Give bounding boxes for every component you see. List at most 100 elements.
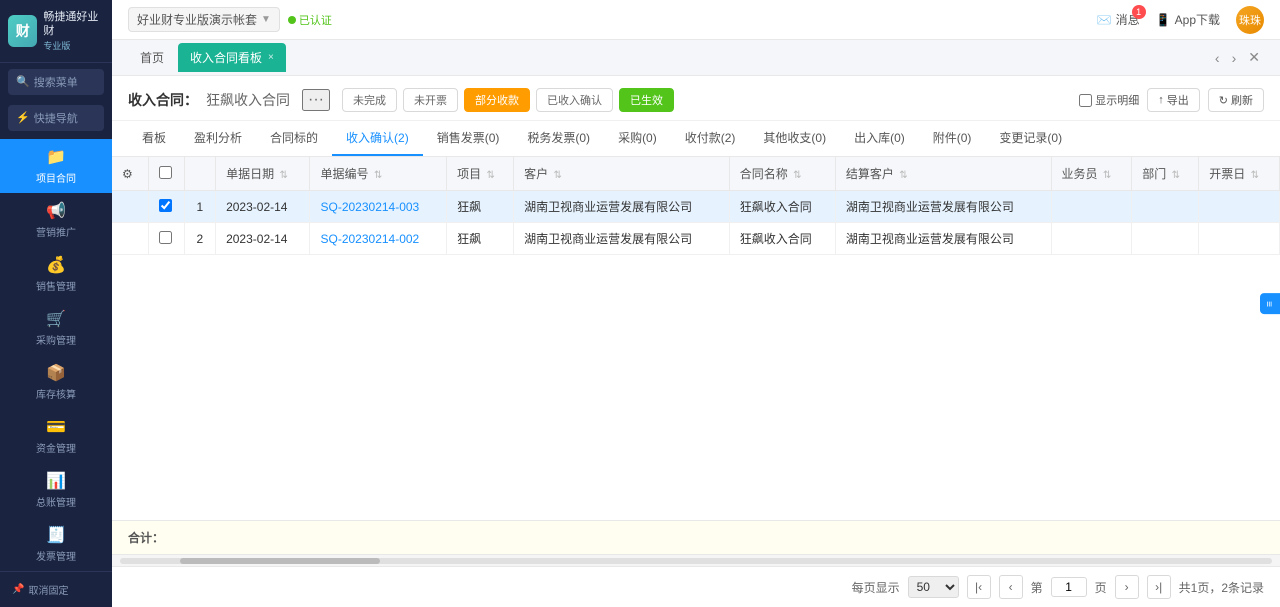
th-project[interactable]: 项目 ⇅: [447, 157, 514, 191]
tab-contract-subject[interactable]: 合同标的: [256, 121, 332, 156]
th-final-customer[interactable]: 结算客户 ⇅: [835, 157, 1051, 191]
tab-sales-invoice[interactable]: 销售发票(0): [423, 121, 514, 156]
status-partial-button[interactable]: 部分收款: [464, 88, 530, 112]
refresh-icon: ↻: [1219, 94, 1228, 107]
more-button[interactable]: ···: [302, 89, 330, 111]
table-row[interactable]: 1 2023-02-14 SQ-20230214-003 狂飙 湖南卫视商业运营…: [112, 191, 1280, 223]
row1-doc-no[interactable]: SQ-20230214-003: [310, 191, 447, 223]
sidebar-item-marketing[interactable]: 📢 营销推广: [0, 193, 112, 247]
quick-nav-button[interactable]: ⚡ 快捷导航: [8, 105, 104, 131]
tab-purchase[interactable]: 采购(0): [604, 121, 671, 156]
avatar: 珠珠: [1236, 6, 1264, 34]
sidebar-search-area: 🔍 搜索菜单: [0, 63, 112, 101]
status-actions: 未完成 未开票 部分收款 已收入确认 已生效: [342, 88, 674, 112]
status-incomplete-button[interactable]: 未完成: [342, 88, 397, 112]
inventory-icon: 📦: [46, 363, 66, 383]
show-detail-checkbox-label[interactable]: 显示明细: [1079, 92, 1139, 108]
search-menu-button[interactable]: 🔍 搜索菜单: [8, 69, 104, 95]
page-first-button[interactable]: |‹: [967, 575, 991, 599]
tab-attachments[interactable]: 附件(0): [919, 121, 986, 156]
th-date[interactable]: 单据日期 ⇅: [216, 157, 310, 191]
row1-project: 狂飙: [447, 191, 514, 223]
per-page-select[interactable]: 20 50 100: [908, 576, 959, 598]
row1-final-customer: 湖南卫视商业运营发展有限公司: [835, 191, 1051, 223]
sidebar-item-purchase[interactable]: 🛒 采购管理: [0, 301, 112, 355]
page-next-button[interactable]: ›: [1115, 575, 1139, 599]
th-department[interactable]: 部门 ⇅: [1132, 157, 1199, 191]
tab-nav-buttons: ‹ › ✕: [1211, 47, 1264, 68]
refresh-button[interactable]: ↻ 刷新: [1208, 88, 1264, 112]
status-confirmed-button[interactable]: 已收入确认: [536, 88, 613, 112]
th-check[interactable]: [148, 157, 184, 191]
company-select[interactable]: 好业财专业版演示帐套 ▼: [128, 7, 280, 32]
select-all-checkbox[interactable]: [159, 166, 172, 179]
finance-icon: 💳: [46, 417, 66, 437]
page-prev-button[interactable]: ‹: [999, 575, 1023, 599]
cancel-fixed-button[interactable]: 📌 取消固定: [8, 578, 104, 601]
status-effective-button[interactable]: 已生效: [619, 88, 674, 112]
chevron-down-icon: ▼: [261, 14, 271, 25]
th-settings[interactable]: ⚙: [112, 157, 148, 191]
tab-next-button[interactable]: ›: [1228, 47, 1241, 68]
row2-doc-no-link[interactable]: SQ-20230214-002: [320, 232, 419, 246]
user-avatar-action[interactable]: 珠珠: [1236, 6, 1264, 34]
tab-home[interactable]: 首页: [128, 43, 176, 72]
th-salesperson-label: 业务员: [1062, 167, 1098, 181]
message-action[interactable]: ✉️ 消息 1: [1097, 11, 1140, 28]
inner-tabs: 看板 盈利分析 合同标的 收入确认(2) 销售发票(0) 税务发票(0) 采购(…: [112, 121, 1280, 157]
tab-close-all-button[interactable]: ✕: [1244, 47, 1264, 68]
sidebar-item-project[interactable]: 📁 项目合同: [0, 139, 112, 193]
row1-check[interactable]: [148, 191, 184, 223]
main-area: 好业财专业版演示帐套 ▼ 已认证 ✉️ 消息 1 📱 App下载 珠珠: [112, 0, 1280, 607]
tab-close-button[interactable]: ×: [268, 52, 274, 63]
message-badge: 1: [1132, 5, 1146, 19]
status-uninvoiced-button[interactable]: 未开票: [403, 88, 458, 112]
footer-bar: 合计：: [112, 520, 1280, 554]
th-salesperson[interactable]: 业务员 ⇅: [1051, 157, 1132, 191]
row2-salesperson: [1051, 223, 1132, 255]
export-button[interactable]: ↑ 导出: [1147, 88, 1200, 112]
message-icon: ✉️: [1097, 13, 1112, 27]
sidebar-item-sales[interactable]: 💰 销售管理: [0, 247, 112, 301]
th-contract-name[interactable]: 合同名称 ⇅: [729, 157, 835, 191]
row2-check[interactable]: [148, 223, 184, 255]
sidebar-item-invoice[interactable]: 🧾 发票管理: [0, 517, 112, 571]
row2-num: 2: [184, 223, 216, 255]
right-edge-panel[interactable]: ≡: [1260, 293, 1280, 315]
row2-checkbox[interactable]: [159, 231, 172, 244]
table-row[interactable]: 2 2023-02-14 SQ-20230214-002 狂飙 湖南卫视商业运营…: [112, 223, 1280, 255]
tab-revenue-confirm[interactable]: 收入确认(2): [332, 121, 423, 156]
tab-kanban[interactable]: 看板: [128, 121, 180, 156]
content: 收入合同： 狂飙收入合同 ··· 未完成 未开票 部分收款 已收入确认 已生效 …: [112, 76, 1280, 607]
tab-tax-invoice[interactable]: 税务发票(0): [513, 121, 604, 156]
pin-icon: 📌: [12, 584, 24, 595]
tab-profit[interactable]: 盈利分析: [180, 121, 256, 156]
tab-other-income[interactable]: 其他收支(0): [749, 121, 840, 156]
row1-department: [1132, 191, 1199, 223]
row2-doc-no[interactable]: SQ-20230214-002: [310, 223, 447, 255]
contract-title-prefix: 收入合同：: [128, 90, 198, 110]
tabbar: 首页 收入合同看板 × ‹ › ✕: [112, 40, 1280, 76]
sidebar-item-inventory[interactable]: 📦 库存核算: [0, 355, 112, 409]
horizontal-scrollbar[interactable]: [112, 554, 1280, 566]
tab-prev-button[interactable]: ‹: [1211, 47, 1224, 68]
th-customer[interactable]: 客户 ⇅: [514, 157, 730, 191]
th-doc-no[interactable]: 单据编号 ⇅: [310, 157, 447, 191]
tab-warehouse[interactable]: 出入库(0): [840, 121, 919, 156]
scrollbar-thumb[interactable]: [180, 558, 380, 564]
th-customer-label: 客户: [524, 167, 548, 181]
row1-doc-no-link[interactable]: SQ-20230214-003: [320, 200, 419, 214]
page-last-button[interactable]: ›|: [1147, 575, 1171, 599]
logo-icon: 财: [8, 15, 37, 47]
sidebar-item-finance[interactable]: 💳 资金管理: [0, 409, 112, 463]
sidebar-item-marketing-label: 营销推广: [36, 224, 76, 239]
app-download-action[interactable]: 📱 App下载: [1156, 11, 1220, 28]
th-open-date[interactable]: 开票日 ⇅: [1199, 157, 1280, 191]
tab-change-log[interactable]: 变更记录(0): [985, 121, 1076, 156]
show-detail-checkbox[interactable]: [1079, 94, 1092, 107]
page-number-input[interactable]: 1: [1051, 577, 1087, 597]
tab-active[interactable]: 收入合同看板 ×: [178, 43, 286, 72]
row1-checkbox[interactable]: [159, 199, 172, 212]
sidebar-item-accounting[interactable]: 📊 总账管理: [0, 463, 112, 517]
tab-payment[interactable]: 收付款(2): [671, 121, 750, 156]
